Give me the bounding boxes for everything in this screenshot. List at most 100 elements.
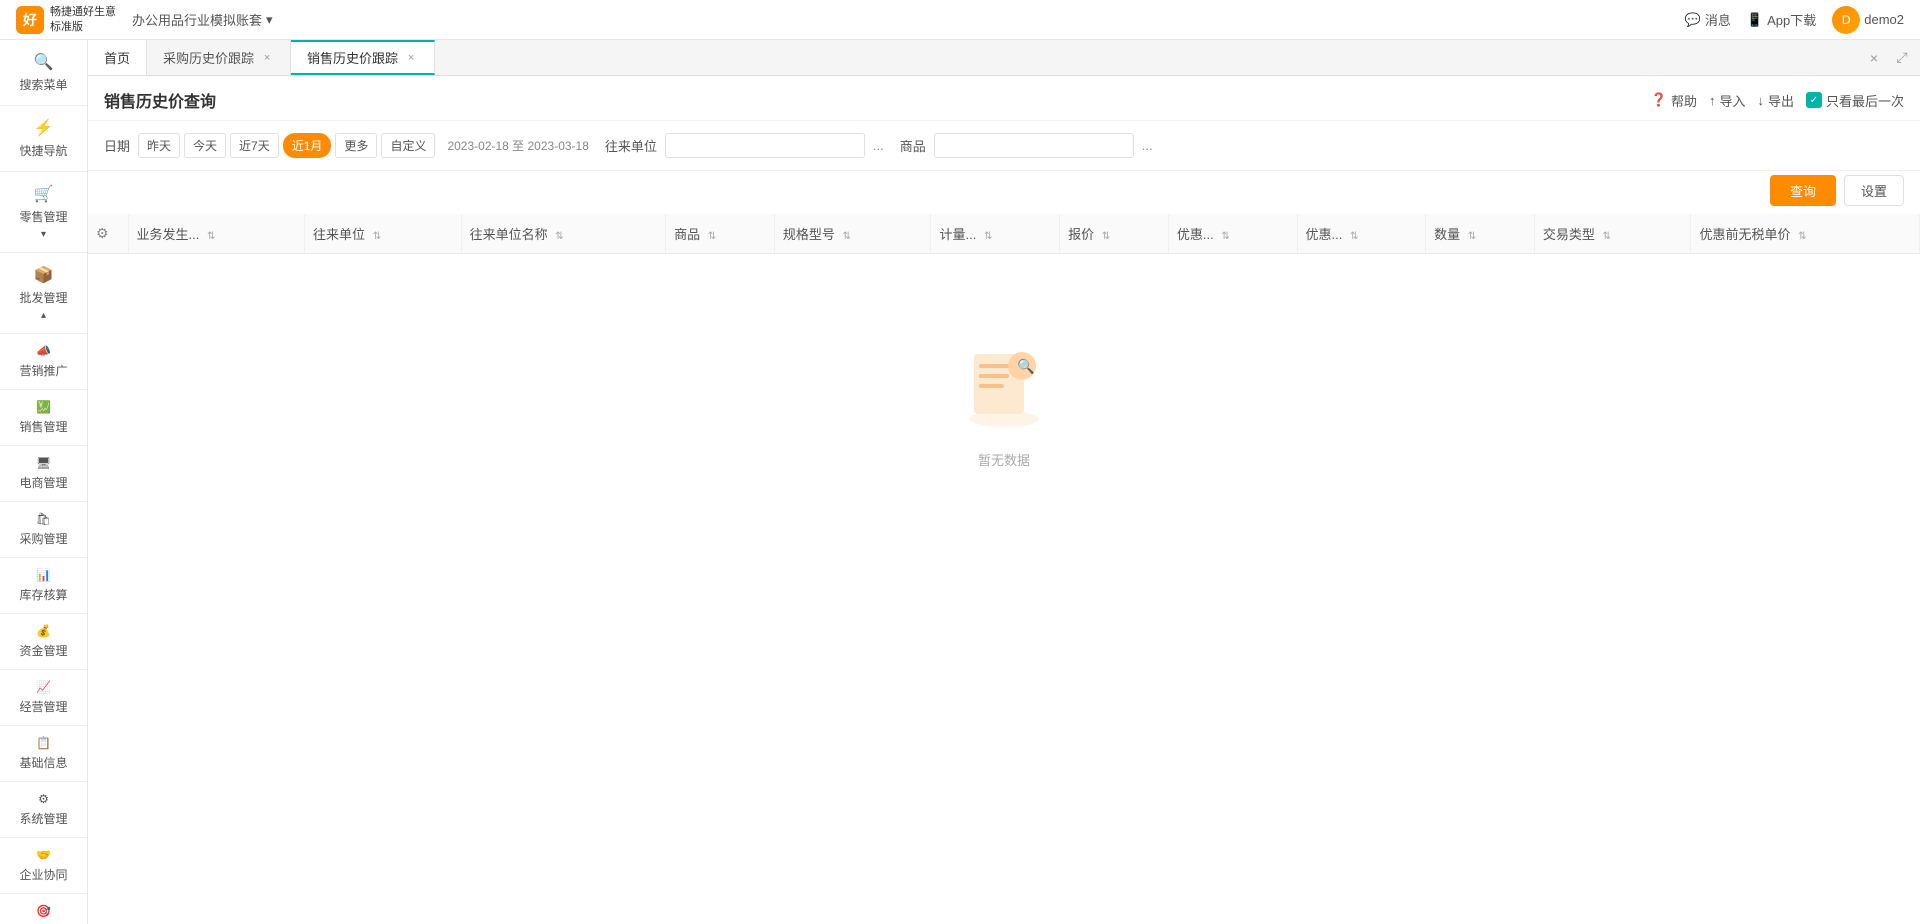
date-btn-yesterday[interactable]: 昨天 xyxy=(138,133,180,158)
date-btn-7days[interactable]: 近7天 xyxy=(230,133,279,158)
expand-tab-action[interactable]: ⤢ xyxy=(1892,48,1912,68)
sidebar-item-marketing[interactable]: 📣 营销推广 xyxy=(0,334,87,390)
product-filter-label: 商品 xyxy=(900,136,926,155)
th-quantity[interactable]: 数量 ⇅ xyxy=(1426,214,1535,254)
arrow-up-icon: ▴ xyxy=(41,310,46,321)
sidebar-item-label: 资金管理 xyxy=(19,642,67,659)
sidebar-item-system-mgmt[interactable]: ⚙ 系统管理 xyxy=(0,782,87,838)
date-btn-more[interactable]: 更多 xyxy=(335,133,377,158)
th-product[interactable]: 商品 ⇅ xyxy=(666,214,775,254)
lightning-icon: ⚡ xyxy=(34,118,54,138)
th-spec[interactable]: 规格型号 ⇅ xyxy=(774,214,931,254)
th-quote-price[interactable]: 报价 ⇅ xyxy=(1060,214,1169,254)
user-area[interactable]: D demo2 xyxy=(1832,6,1904,34)
product-filter-group: 商品 ... xyxy=(900,133,1153,158)
sidebar-item-purchase-mgmt[interactable]: 🛍 采购管理 xyxy=(0,502,87,558)
tab-purchase-history[interactable]: 采购历史价跟踪 × xyxy=(147,40,291,75)
tab-close-sales-history[interactable]: × xyxy=(404,51,418,65)
th-counterpart-code[interactable]: 往来单位 ⇅ xyxy=(305,214,462,254)
counterpart-ellipsis[interactable]: ... xyxy=(873,138,884,153)
th-discount2[interactable]: 优惠... ⇅ xyxy=(1297,214,1426,254)
help-button[interactable]: ❓ 帮助 xyxy=(1651,91,1697,110)
date-btn-custom[interactable]: 自定义 xyxy=(381,133,435,158)
export-icon: ↓ xyxy=(1757,93,1764,108)
product-ellipsis[interactable]: ... xyxy=(1142,138,1153,153)
tab-sales-history[interactable]: 销售历史价跟踪 × xyxy=(291,40,435,75)
close-tab-action[interactable]: × xyxy=(1864,48,1884,68)
only-last-checkbox[interactable]: ✓ 只看最后一次 xyxy=(1806,91,1904,110)
table-header: ⚙ 业务发生... ⇅ 往来单位 ⇅ 往来单位名称 xyxy=(88,214,1920,254)
sidebar-item-basic-info[interactable]: 📋 基础信息 xyxy=(0,726,87,782)
counterpart-input[interactable] xyxy=(665,133,865,158)
inventory-icon: 📊 xyxy=(36,568,51,582)
sidebar-item-label: 基础信息 xyxy=(19,754,67,771)
sort-icon-biz-date: ⇅ xyxy=(207,231,215,242)
tab-bar-actions: × ⤢ xyxy=(1864,48,1920,68)
sidebar-item-new-user-guide[interactable]: 🎯 新手引导 xyxy=(0,894,87,924)
sidebar-item-label: 搜索菜单 xyxy=(19,76,67,93)
import-button[interactable]: ↑ 导入 xyxy=(1709,91,1746,110)
sidebar-item-inventory[interactable]: 📊 库存核算 xyxy=(0,558,87,614)
empty-icon: 🔍 xyxy=(954,334,1054,434)
table-container: ⚙ 业务发生... ⇅ 往来单位 ⇅ 往来单位名称 xyxy=(88,214,1920,924)
sort-icon-spec: ⇅ xyxy=(843,231,851,242)
th-unit[interactable]: 计量... ⇅ xyxy=(931,214,1060,254)
logo-icon: 好 xyxy=(16,6,44,34)
sidebar-item-enterprise-collab[interactable]: 🤝 企业协同 xyxy=(0,838,87,894)
th-counterpart-name[interactable]: 往来单位名称 ⇅ xyxy=(461,214,665,254)
th-pretax-price[interactable]: 优惠前无税单价 ⇅ xyxy=(1691,214,1920,254)
th-trade-type[interactable]: 交易类型 ⇅ xyxy=(1534,214,1691,254)
sidebar-item-operations-mgmt[interactable]: 📈 经营管理 xyxy=(0,670,87,726)
sort-icon-discount2: ⇅ xyxy=(1350,231,1358,242)
collab-icon: 🤝 xyxy=(36,848,51,862)
data-table: ⚙ 业务发生... ⇅ 往来单位 ⇅ 往来单位名称 xyxy=(88,214,1920,254)
chevron-down-icon: ▾ xyxy=(266,12,273,28)
sales-icon: 💹 xyxy=(36,400,51,414)
import-icon: ↑ xyxy=(1709,93,1716,108)
tab-home[interactable]: 首页 xyxy=(88,40,147,75)
top-bar-right: 💬 消息 📱 App下载 D demo2 xyxy=(1685,6,1904,34)
empty-text: 暂无数据 xyxy=(978,450,1030,469)
export-button[interactable]: ↓ 导出 xyxy=(1757,91,1794,110)
sidebar-item-label: 批发管理 xyxy=(19,289,67,306)
info-icon: 📋 xyxy=(36,736,51,750)
date-buttons: 昨天 今天 近7天 近1月 更多 自定义 xyxy=(138,133,435,158)
sidebar-item-finance-mgmt[interactable]: 💰 资金管理 xyxy=(0,614,87,670)
table-settings-icon[interactable]: ⚙ xyxy=(96,225,109,241)
sort-icon-discount1: ⇅ xyxy=(1221,231,1229,242)
action-buttons-row: 查询 设置 xyxy=(88,171,1920,214)
help-icon: ❓ xyxy=(1651,92,1667,108)
marketing-icon: 📣 xyxy=(36,344,51,358)
date-btn-today[interactable]: 今天 xyxy=(184,133,226,158)
download-icon: 📱 xyxy=(1747,12,1763,28)
app-selector[interactable]: 办公用品行业模拟账套 ▾ xyxy=(124,6,281,33)
page-actions: ❓ 帮助 ↑ 导入 ↓ 导出 ✓ 只看最后一次 xyxy=(1651,91,1904,110)
tab-close-purchase-history[interactable]: × xyxy=(260,51,274,65)
search-icon: 🔍 xyxy=(34,52,54,72)
sidebar-item-wholesale-mgmt[interactable]: 📦 批发管理 ▴ xyxy=(0,253,87,334)
message-button[interactable]: 💬 消息 xyxy=(1685,10,1731,29)
logo-text: 畅捷通好生意 标准版 xyxy=(50,5,116,34)
th-discount1[interactable]: 优惠... ⇅ xyxy=(1168,214,1297,254)
app-download-button[interactable]: 📱 App下载 xyxy=(1747,10,1816,29)
sidebar: 🔍 搜索菜单 ⚡ 快捷导航 🛒 零售管理 ▾ 📦 批发管理 ▴ 📣 营销推广 💹… xyxy=(0,40,88,924)
avatar: D xyxy=(1832,6,1860,34)
counterpart-filter-label: 往来单位 xyxy=(605,136,657,155)
tab-bar: 首页 采购历史价跟踪 × 销售历史价跟踪 × × ⤢ xyxy=(88,40,1920,76)
sidebar-item-search-menu[interactable]: 🔍 搜索菜单 xyxy=(0,40,87,106)
sidebar-item-retail-mgmt[interactable]: 🛒 零售管理 ▾ xyxy=(0,172,87,253)
box-icon: 📦 xyxy=(34,265,54,285)
product-input[interactable] xyxy=(934,133,1134,158)
sidebar-item-sales-mgmt[interactable]: 💹 销售管理 xyxy=(0,390,87,446)
sidebar-item-label: 销售管理 xyxy=(19,418,67,435)
sidebar-item-label: 采购管理 xyxy=(19,530,67,547)
sidebar-item-quick-nav[interactable]: ⚡ 快捷导航 xyxy=(0,106,87,172)
date-btn-1month[interactable]: 近1月 xyxy=(283,133,332,158)
sort-icon-product: ⇅ xyxy=(708,231,716,242)
th-biz-date[interactable]: 业务发生... ⇅ xyxy=(128,214,305,254)
sidebar-item-ecommerce-mgmt[interactable]: 🖥 电商管理 xyxy=(0,446,87,502)
cart-icon: 🛒 xyxy=(34,184,54,204)
query-button[interactable]: 查询 xyxy=(1770,175,1836,206)
content-area: 首页 采购历史价跟踪 × 销售历史价跟踪 × × ⤢ 销售历史价查询 xyxy=(88,40,1920,924)
settings-button[interactable]: 设置 xyxy=(1844,175,1904,206)
